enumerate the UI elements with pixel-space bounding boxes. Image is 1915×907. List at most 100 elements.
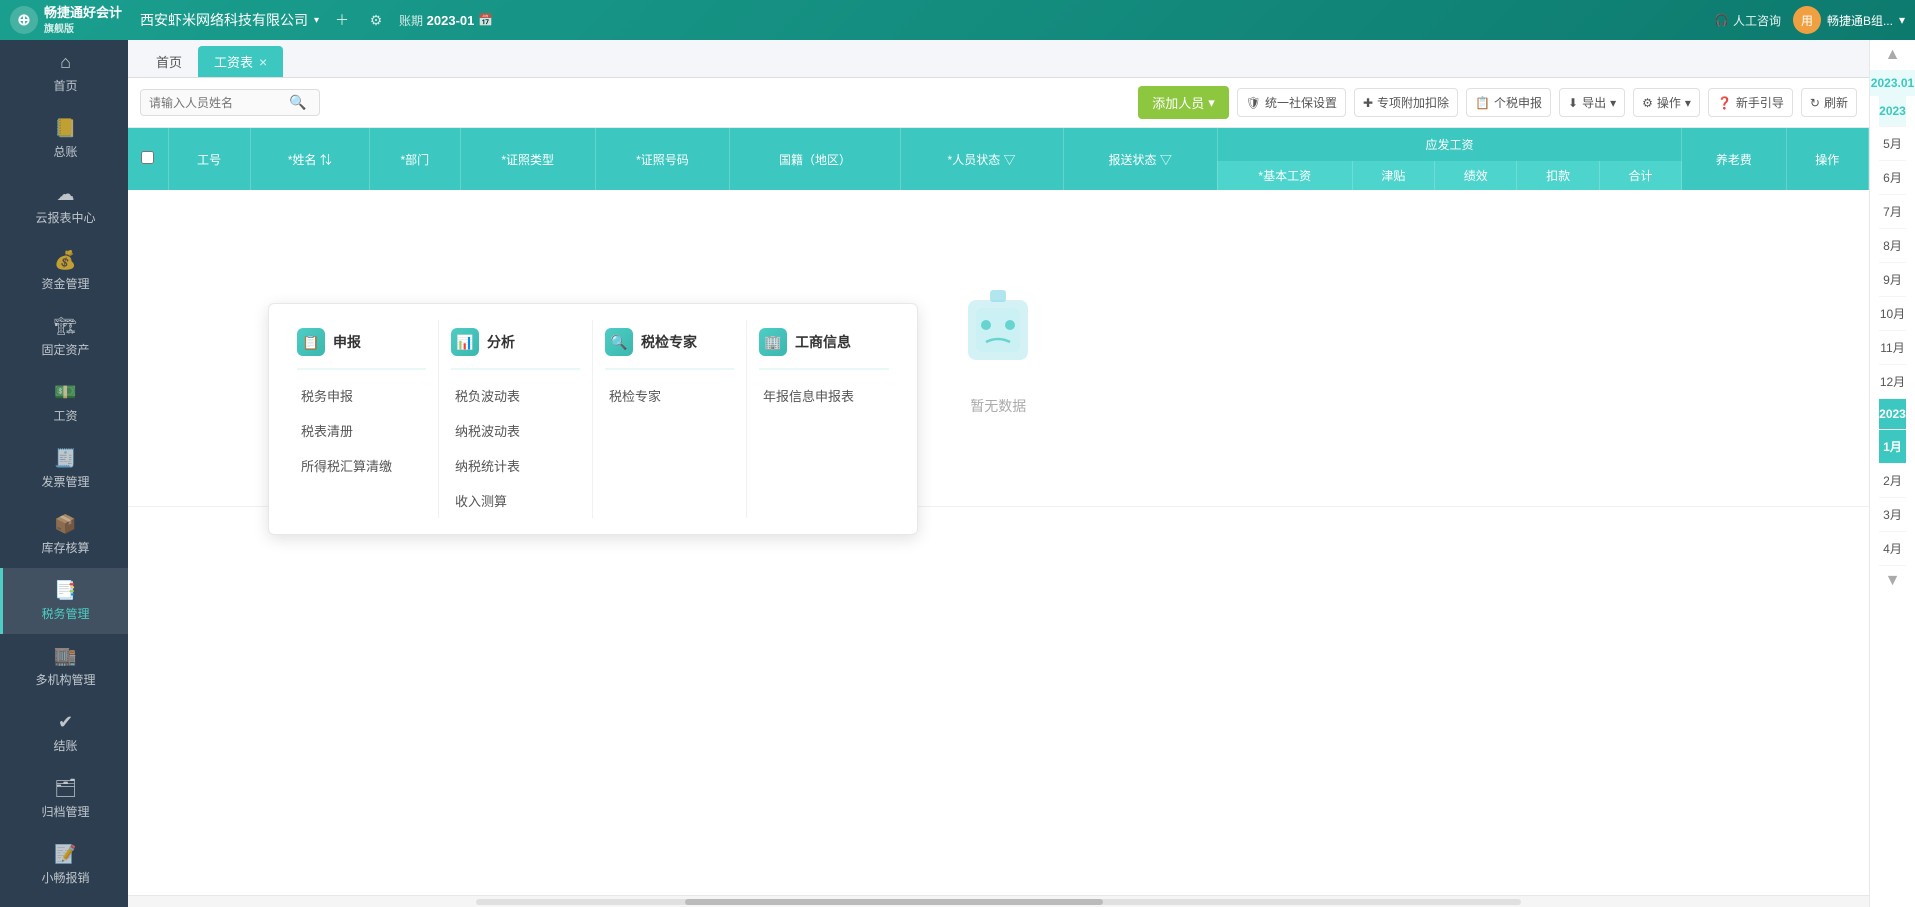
settings-icon[interactable]: ⚙: [363, 7, 389, 33]
sidebar-label-6: 发票管理: [41, 473, 89, 490]
dropdown-item-0-2[interactable]: 所得税汇算清缴: [297, 448, 426, 483]
year-header-1: 2023: [1879, 399, 1906, 430]
sidebar-label-0: 首页: [53, 77, 77, 94]
dropdown-item-1-0[interactable]: 税负波动表: [451, 378, 580, 413]
sidebar-item-基础设置[interactable]: ⚙ 基础设置: [0, 898, 128, 907]
app-logo: ⊕ 畅捷通好会计 旗舰版: [10, 5, 130, 36]
dropdown-col-header-3: 🏢 工商信息: [759, 320, 889, 370]
refresh-btn[interactable]: ↻ 刷新: [1801, 88, 1857, 117]
col-id-type: *证照类型: [460, 128, 595, 190]
sidebar-icon-1: 📒: [54, 118, 76, 139]
dropdown-item-2-0[interactable]: 税检专家: [605, 378, 734, 413]
company-dropdown-icon[interactable]: ▾: [314, 15, 319, 26]
period-label: 账期: [399, 12, 423, 29]
col-pension: 养老费: [1682, 128, 1786, 190]
sidebar-icon-11: 🗂: [54, 778, 77, 799]
sidebar-item-资金管理[interactable]: 💰 资金管理: [0, 238, 128, 304]
table-container: 工号 *姓名 ⇅ *部门 *证照类型 *证照号码 国籍（地区） *人员状态 ▽ …: [128, 128, 1869, 895]
col-name: *姓名 ⇅: [250, 128, 369, 190]
month-item-0-4[interactable]: 9月: [1879, 263, 1906, 297]
sidebar-label-7: 库存核算: [41, 539, 89, 556]
sidebar-item-多机构管理[interactable]: 🏬 多机构管理: [0, 634, 128, 700]
month-item-0-2[interactable]: 7月: [1879, 195, 1906, 229]
user-name: 畅捷通B组...: [1827, 12, 1893, 29]
avatar-char: 用: [1801, 12, 1813, 29]
sidebar: ⌂ 首页 📒 总账 ☁ 云报表中心 💰 资金管理 🏗 固定资产 💵 工资 🧾 发…: [0, 40, 128, 907]
search-input[interactable]: [149, 96, 289, 110]
dropdown-item-0-0[interactable]: 税务申报: [297, 378, 426, 413]
dropdown-col-header-0: 📋 申报: [297, 320, 426, 370]
month-item-0-3[interactable]: 8月: [1879, 229, 1906, 263]
service-btn[interactable]: 🎧 人工咨询: [1714, 12, 1781, 29]
dropdown-menu: 📋 申报 税务申报税表清册所得税汇算清缴 📊 分析 税负波动表纳税波动表纳税统计…: [268, 303, 918, 535]
sidebar-item-发票管理[interactable]: 🧾 发票管理: [0, 436, 128, 502]
add-person-btn[interactable]: 添加人员 ▾: [1138, 86, 1229, 119]
col-header-icon-2: 🔍: [605, 328, 633, 356]
user-avatar: 用: [1793, 6, 1821, 34]
col-report-status: 报送状态 ▽: [1063, 128, 1217, 190]
col-deduction: 扣款: [1517, 161, 1599, 190]
sidebar-label-12: 小畅报销: [41, 869, 89, 886]
col-header-icon-1: 📊: [451, 328, 479, 356]
tab-close-icon[interactable]: ×: [259, 54, 267, 70]
sidebar-item-总账[interactable]: 📒 总账: [0, 106, 128, 172]
sidebar-item-归档管理[interactable]: 🗂 归档管理: [0, 766, 128, 832]
select-all-header[interactable]: [128, 128, 168, 190]
sidebar-item-库存核算[interactable]: 📦 库存核算: [0, 502, 128, 568]
month-item-0-7[interactable]: 12月: [1879, 365, 1906, 399]
operate-btn[interactable]: ⚙ 操作 ▾: [1633, 88, 1700, 117]
dropdown-item-1-2[interactable]: 纳税统计表: [451, 448, 580, 483]
horizontal-scrollbar[interactable]: [128, 895, 1869, 907]
sidebar-item-工资[interactable]: 💵 工资: [0, 370, 128, 436]
dropdown-item-0-1[interactable]: 税表清册: [297, 413, 426, 448]
right-sidebar: ▲ 2023.01 20235月6月7月8月9月10月11月12月20231月2…: [1869, 40, 1915, 907]
month-item-0-6[interactable]: 11月: [1879, 331, 1906, 365]
scrollbar-thumb[interactable]: [685, 899, 1103, 905]
tab-payroll[interactable]: 工资表 ×: [198, 46, 283, 77]
month-item-0-1[interactable]: 6月: [1879, 161, 1906, 195]
user-info[interactable]: 用 畅捷通B组... ▾: [1793, 6, 1905, 34]
export-btn[interactable]: ⬇ 导出 ▾: [1559, 88, 1625, 117]
select-all-checkbox[interactable]: [141, 151, 154, 164]
sidebar-item-税务管理[interactable]: 📑 税务管理: [0, 568, 128, 634]
period-calendar-icon[interactable]: 📅: [478, 13, 493, 27]
guide-btn[interactable]: ❓ 新手引导: [1708, 88, 1793, 117]
top-bar-actions: ＋ ⚙: [329, 7, 389, 33]
scroll-up-btn[interactable]: ▲: [1870, 40, 1915, 70]
month-item-0-0[interactable]: 5月: [1879, 127, 1906, 161]
scroll-down-btn[interactable]: ▼: [1870, 566, 1915, 596]
month-item-0-5[interactable]: 10月: [1879, 297, 1906, 331]
guide-icon: ❓: [1717, 96, 1732, 110]
sidebar-item-结账[interactable]: ✔ 结账: [0, 700, 128, 766]
sidebar-icon-0: ⌂: [60, 52, 71, 73]
sidebar-item-云报表中心[interactable]: ☁ 云报表中心: [0, 172, 128, 238]
month-item-1-2[interactable]: 3月: [1879, 498, 1906, 532]
sidebar-item-小畅报销[interactable]: 📝 小畅报销: [0, 832, 128, 898]
col-id-no: *证照号码: [595, 128, 730, 190]
search-icon[interactable]: 🔍: [289, 94, 306, 111]
year-header-0: 2023: [1879, 96, 1906, 127]
dropdown-col-3: 🏢 工商信息 年报信息申报表: [747, 320, 901, 518]
dropdown-item-1-1[interactable]: 纳税波动表: [451, 413, 580, 448]
special-deduction-btn[interactable]: ✚ 专项附加扣除: [1354, 88, 1458, 117]
company-selector[interactable]: 西安虾米网络科技有限公司 ▾: [140, 10, 319, 30]
top-bar: ⊕ 畅捷通好会计 旗舰版 西安虾米网络科技有限公司 ▾ ＋ ⚙ 账期 2023-…: [0, 0, 1915, 40]
tax-filing-btn[interactable]: 📋 个税申报: [1466, 88, 1551, 117]
sidebar-item-固定资产[interactable]: 🏗 固定资产: [0, 304, 128, 370]
sidebar-icon-3: 💰: [54, 250, 76, 271]
month-item-1-1[interactable]: 2月: [1879, 464, 1906, 498]
month-item-1-3[interactable]: 4月: [1879, 532, 1906, 566]
month-item-1-0[interactable]: 1月: [1879, 430, 1906, 464]
tab-payroll-label: 工资表: [214, 52, 253, 71]
dropdown-item-3-0[interactable]: 年报信息申报表: [759, 378, 889, 413]
sidebar-item-首页[interactable]: ⌂ 首页: [0, 40, 128, 106]
col-domicile: 国籍（地区）: [730, 128, 900, 190]
add-company-btn[interactable]: ＋: [329, 7, 355, 33]
refresh-icon: ↻: [1810, 96, 1820, 110]
col-status: *人员状态 ▽: [900, 128, 1063, 190]
social-insurance-btn[interactable]: 🛡 统一社保设置: [1237, 88, 1346, 117]
user-dropdown-icon: ▾: [1899, 13, 1905, 27]
tab-home[interactable]: 首页: [140, 46, 198, 77]
col-dept: *部门: [369, 128, 460, 190]
dropdown-item-1-3[interactable]: 收入测算: [451, 483, 580, 518]
